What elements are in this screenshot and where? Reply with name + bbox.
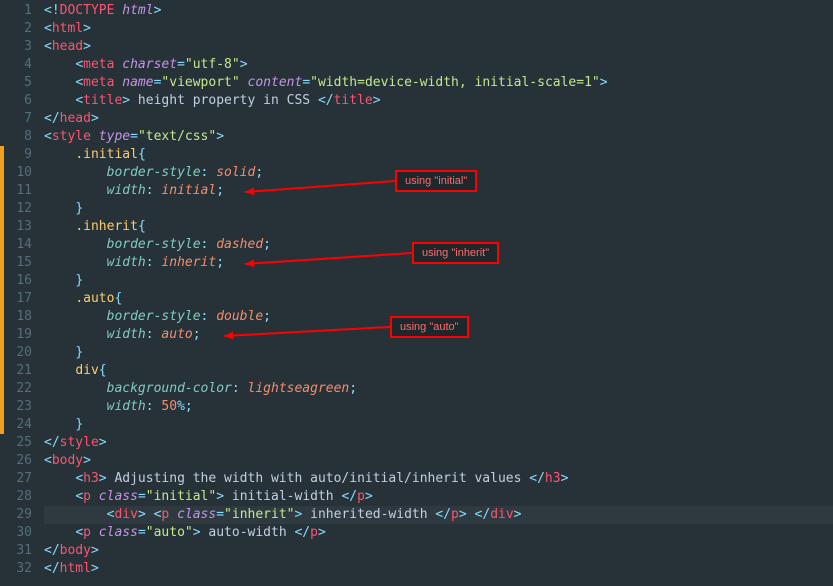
code-line[interactable]: <p class="auto"> auto-width </p> — [44, 524, 833, 542]
code-line[interactable]: background-color: lightseagreen; — [44, 380, 833, 398]
line-number: 16 — [0, 272, 44, 290]
line-number: 23 — [0, 398, 44, 416]
line-number: 1 — [0, 2, 44, 20]
line-number: 9 — [0, 146, 44, 164]
code-line[interactable]: </body> — [44, 542, 833, 560]
line-number: 22 — [0, 380, 44, 398]
code-line[interactable]: <style type="text/css"> — [44, 128, 833, 146]
line-number: 18 — [0, 308, 44, 326]
line-number: 25 — [0, 434, 44, 452]
code-line[interactable]: <!DOCTYPE html> — [44, 2, 833, 20]
code-line[interactable]: .inherit{ — [44, 218, 833, 236]
code-line[interactable]: <title> height property in CSS </title> — [44, 92, 833, 110]
code-line[interactable]: } — [44, 272, 833, 290]
code-line[interactable]: .auto{ — [44, 290, 833, 308]
line-number: 15 — [0, 254, 44, 272]
code-line[interactable]: <body> — [44, 452, 833, 470]
code-line[interactable]: div{ — [44, 362, 833, 380]
line-number: 8 — [0, 128, 44, 146]
line-number: 17 — [0, 290, 44, 308]
code-area[interactable]: <!DOCTYPE html><html><head> <meta charse… — [44, 0, 833, 586]
code-line[interactable]: } — [44, 416, 833, 434]
line-number: 27 — [0, 470, 44, 488]
line-number: 6 — [0, 92, 44, 110]
line-number: 4 — [0, 56, 44, 74]
line-number: 21 — [0, 362, 44, 380]
line-number: 11 — [0, 182, 44, 200]
code-line[interactable]: <head> — [44, 38, 833, 56]
code-line[interactable]: </html> — [44, 560, 833, 578]
line-number: 30 — [0, 524, 44, 542]
line-number: 13 — [0, 218, 44, 236]
code-editor: 1234567891011121314151617181920212223242… — [0, 0, 833, 586]
line-number: 29 — [0, 506, 44, 524]
line-number: 3 — [0, 38, 44, 56]
annotation-label: using "auto" — [390, 316, 469, 338]
line-number: 7 — [0, 110, 44, 128]
annotation-label: using "inherit" — [412, 242, 499, 264]
line-number: 10 — [0, 164, 44, 182]
code-line[interactable]: </head> — [44, 110, 833, 128]
code-line[interactable]: } — [44, 344, 833, 362]
line-number: 12 — [0, 200, 44, 218]
code-line[interactable]: .initial{ — [44, 146, 833, 164]
code-line[interactable]: <html> — [44, 20, 833, 38]
line-number: 26 — [0, 452, 44, 470]
code-line[interactable]: <meta charset="utf-8"> — [44, 56, 833, 74]
code-line[interactable]: <p class="initial"> initial-width </p> — [44, 488, 833, 506]
code-line[interactable]: } — [44, 200, 833, 218]
line-gutter: 1234567891011121314151617181920212223242… — [0, 0, 44, 586]
line-number: 19 — [0, 326, 44, 344]
line-number: 24 — [0, 416, 44, 434]
line-number: 14 — [0, 236, 44, 254]
code-line[interactable]: <div> <p class="inherit"> inherited-widt… — [44, 506, 833, 524]
line-number: 20 — [0, 344, 44, 362]
line-number: 28 — [0, 488, 44, 506]
code-line[interactable]: </style> — [44, 434, 833, 452]
line-number: 2 — [0, 20, 44, 38]
annotation-label: using "initial" — [395, 170, 477, 192]
line-number: 31 — [0, 542, 44, 560]
code-line[interactable]: width: 50%; — [44, 398, 833, 416]
line-number: 32 — [0, 560, 44, 578]
line-number: 5 — [0, 74, 44, 92]
code-line[interactable]: <h3> Adjusting the width with auto/initi… — [44, 470, 833, 488]
code-line[interactable]: <meta name="viewport" content="width=dev… — [44, 74, 833, 92]
